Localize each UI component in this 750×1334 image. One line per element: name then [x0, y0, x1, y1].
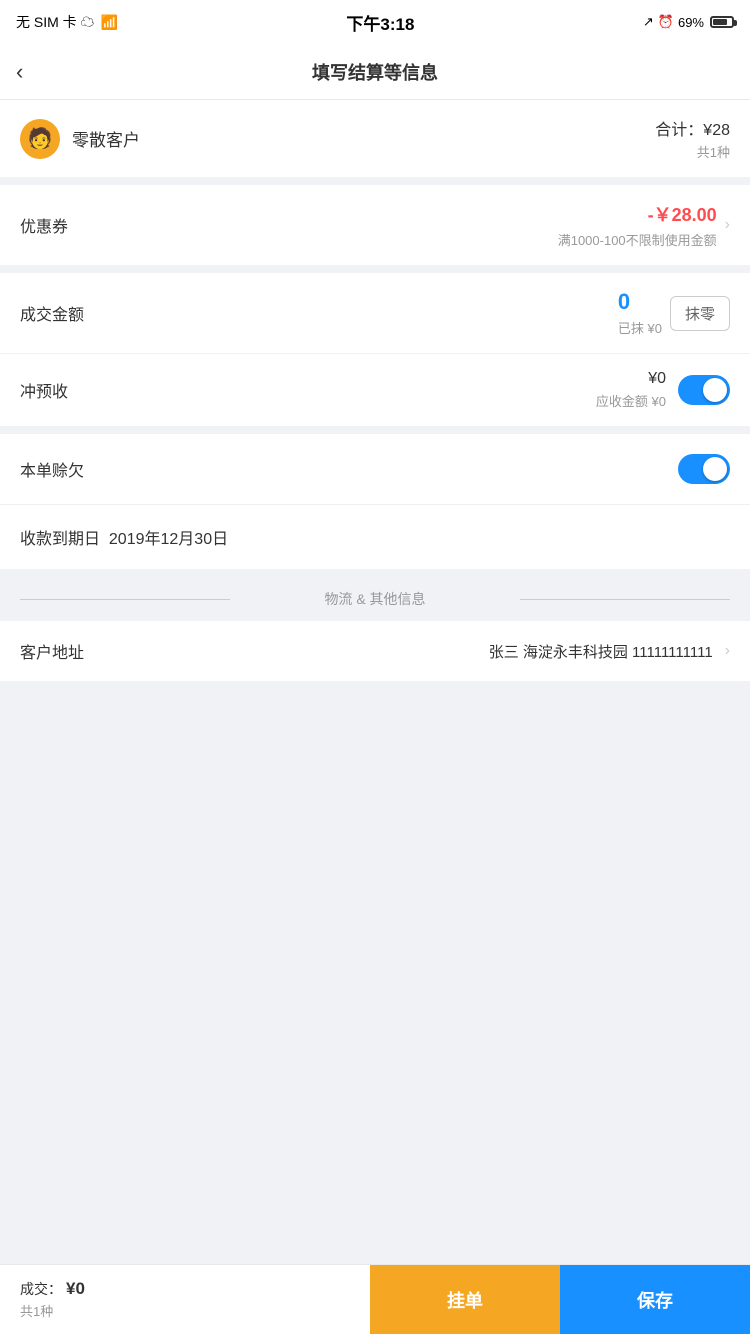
bottom-info: 成交： ¥0 共1种 — [0, 1279, 370, 1320]
status-bar: 无 SIM 卡 ☁ 📶 下午3:18 ↗ ⏰ 69% — [0, 0, 750, 44]
logistics-divider: 物流 & 其他信息 — [0, 577, 750, 621]
bottom-bar: 成交： ¥0 共1种 挂单 保存 — [0, 1264, 750, 1334]
customer-count: 共1种 — [655, 142, 730, 161]
avatar: 🧑 — [20, 119, 60, 159]
wifi-icon: 📶 — [101, 14, 118, 31]
deal-amount: 0 — [618, 289, 662, 315]
logistics-label: 物流 & 其他信息 — [324, 591, 425, 607]
address-chevron-icon: › — [725, 642, 730, 660]
customer-total: 合计：¥28 — [655, 116, 730, 140]
address-row[interactable]: 客户地址 张三 海淀永丰科技园 11111111111 › — [0, 621, 750, 681]
bottom-deal-label: 成交： ¥0 — [20, 1279, 350, 1299]
location-icon: ↗ — [643, 14, 654, 30]
content: 🧑 零散客户 合计：¥28 共1种 优惠券 -￥28.00 满1000-100不… — [0, 100, 750, 921]
credit-label: 本单赊欠 — [20, 457, 84, 481]
prepay-value-wrap: ¥0 应收金额 ¥0 — [596, 370, 666, 410]
credit-section: 本单赊欠 收款到期日 2019年12月30日 — [0, 434, 750, 569]
coupon-sub: 满1000-100不限制使用金额 — [100, 230, 717, 249]
save-button[interactable]: 保存 — [560, 1265, 750, 1334]
prepay-amount: ¥0 — [596, 370, 666, 388]
customer-name: 零散客户 — [72, 126, 140, 151]
coupon-label: 优惠券 — [20, 213, 100, 237]
status-right: ↗ ⏰ 69% — [643, 14, 734, 30]
coupon-value: -￥28.00 满1000-100不限制使用金额 — [100, 201, 717, 249]
status-time: 下午3:18 — [346, 10, 414, 35]
deal-label: 成交金额 — [20, 301, 100, 325]
sim-status: 无 SIM 卡 ☁ — [16, 12, 95, 32]
bottom-count: 共1种 — [20, 1301, 350, 1320]
alarm-icon: ⏰ — [658, 14, 674, 30]
prepay-sub: 应收金额 ¥0 — [596, 391, 666, 410]
due-date-label: 收款到期日 2019年12月30日 — [20, 531, 228, 548]
round-zero-button[interactable]: 抹零 — [670, 296, 730, 331]
deal-sub: 已抹 ¥0 — [618, 318, 662, 337]
due-date-row: 收款到期日 2019年12月30日 — [0, 504, 750, 569]
empty-area — [0, 681, 750, 841]
address-label: 客户地址 — [20, 639, 100, 663]
nav-bar: ‹ 填写结算等信息 — [0, 44, 750, 100]
back-button[interactable]: ‹ — [8, 51, 31, 93]
coupon-row[interactable]: 优惠券 -￥28.00 满1000-100不限制使用金额 › — [0, 185, 750, 265]
address-value: 张三 海淀永丰科技园 11111111111 — [100, 641, 713, 662]
prepay-right: ¥0 应收金额 ¥0 — [596, 370, 730, 410]
customer-left: 🧑 零散客户 — [20, 119, 140, 159]
customer-card: 🧑 零散客户 合计：¥28 共1种 — [0, 100, 750, 177]
chevron-right-icon: › — [725, 216, 730, 234]
customer-right: 合计：¥28 共1种 — [655, 116, 730, 161]
credit-toggle-knob — [703, 457, 727, 481]
prepay-toggle[interactable] — [678, 375, 730, 405]
coupon-discount: -￥28.00 — [100, 201, 717, 227]
pending-button[interactable]: 挂单 — [370, 1265, 560, 1334]
deal-row: 成交金额 0 已抹 ¥0 抹零 — [0, 273, 750, 354]
bottom-deal-amount: ¥0 — [66, 1279, 85, 1299]
deal-right: 0 已抹 ¥0 抹零 — [618, 289, 730, 337]
credit-toggle[interactable] — [678, 454, 730, 484]
due-date-value: 2019年12月30日 — [109, 531, 228, 548]
battery-icon — [710, 16, 734, 28]
prepay-row: 冲预收 ¥0 应收金额 ¥0 — [0, 354, 750, 426]
deal-section: 成交金额 0 已抹 ¥0 抹零 冲预收 ¥0 应收金额 ¥0 — [0, 273, 750, 426]
credit-row: 本单赊欠 — [0, 434, 750, 504]
deal-value-wrap: 0 已抹 ¥0 — [618, 289, 662, 337]
status-left: 无 SIM 卡 ☁ 📶 — [16, 12, 118, 32]
coupon-section: 优惠券 -￥28.00 满1000-100不限制使用金额 › — [0, 185, 750, 265]
toggle-knob — [703, 378, 727, 402]
prepay-label: 冲预收 — [20, 378, 100, 402]
battery-percent: 69% — [678, 15, 704, 30]
page-title: 填写结算等信息 — [312, 59, 438, 85]
